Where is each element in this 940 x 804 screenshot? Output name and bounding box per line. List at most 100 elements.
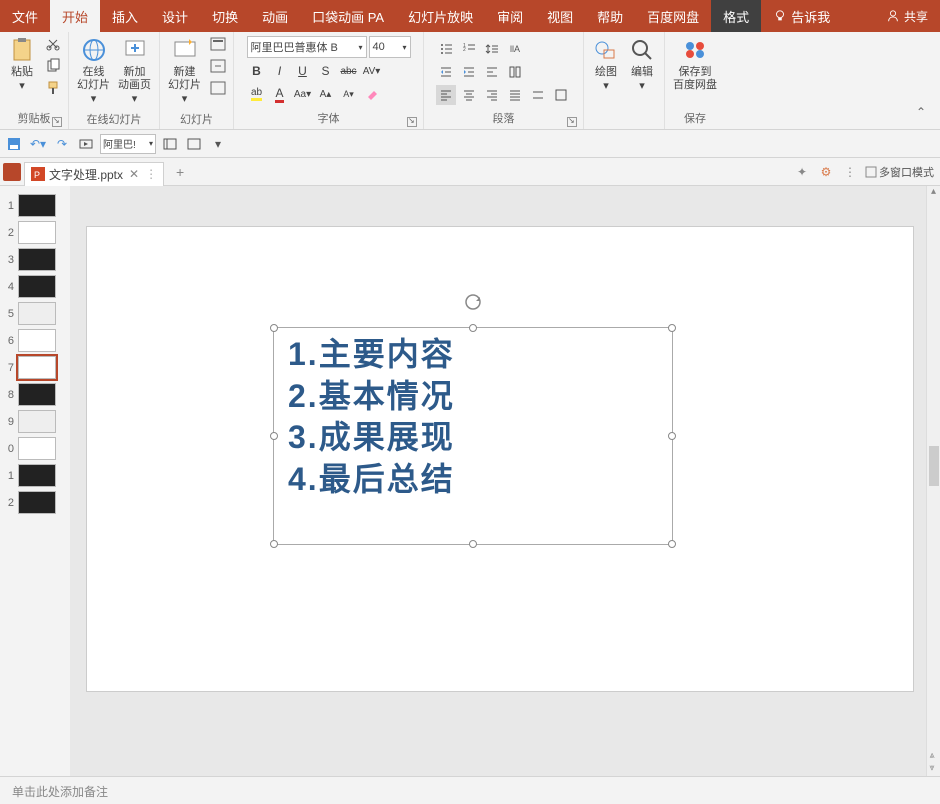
resize-handle-tl[interactable] <box>270 324 278 332</box>
increase-indent-button[interactable] <box>459 62 479 82</box>
textbox-selected[interactable]: 1.主要内容2.基本情况3.成果展现4.最后总结 <box>273 327 673 545</box>
new-slide-button[interactable]: 新建 幻灯片▾ <box>164 34 205 109</box>
align-right-button[interactable] <box>482 85 502 105</box>
settings-button[interactable]: ⚙ <box>817 163 835 181</box>
copy-button[interactable] <box>42 56 64 76</box>
tab-animation[interactable]: 动画 <box>250 0 300 32</box>
new-tab-button[interactable]: + <box>170 162 190 182</box>
resize-handle-r[interactable] <box>668 432 676 440</box>
tab-review[interactable]: 审阅 <box>485 0 535 32</box>
outline-view-button[interactable] <box>184 134 204 154</box>
magic-button[interactable]: ✦ <box>793 163 811 181</box>
bold-button[interactable]: B <box>247 61 267 81</box>
strike-button[interactable]: abc <box>339 61 359 81</box>
tab-pocket[interactable]: 口袋动画 PA <box>300 0 396 32</box>
font-name-combo[interactable]: 阿里巴巴普惠体 B▾ <box>247 36 367 58</box>
undo-button[interactable]: ↶▾ <box>28 134 48 154</box>
columns-button[interactable] <box>505 62 525 82</box>
prev-slide-button[interactable]: ⩓ <box>926 750 938 762</box>
align-dropdown-button[interactable] <box>482 62 502 82</box>
decrease-indent-button[interactable] <box>436 62 456 82</box>
align-left-button[interactable] <box>436 85 456 105</box>
thumbnail-6[interactable]: 6 <box>0 327 70 354</box>
tab-view[interactable]: 视图 <box>535 0 585 32</box>
draw-button[interactable]: 绘图▾ <box>588 34 624 95</box>
thumbnail-4[interactable]: 4 <box>0 273 70 300</box>
resize-handle-br[interactable] <box>668 540 676 548</box>
text-direction-button[interactable]: llA <box>505 39 525 59</box>
align-justify-button[interactable] <box>505 85 525 105</box>
tab-transition[interactable]: 切换 <box>200 0 250 32</box>
layout-button[interactable] <box>207 34 229 54</box>
save-button[interactable] <box>4 134 24 154</box>
notes-pane[interactable]: 单击此处添加备注 <box>0 776 940 804</box>
resize-handle-l[interactable] <box>270 432 278 440</box>
thumbnail-11[interactable]: 1 <box>0 462 70 489</box>
paste-button[interactable]: 粘贴 ▾ <box>4 34 40 95</box>
multiwindow-button[interactable]: 多窗口模式 <box>865 164 934 180</box>
thumbnail-7[interactable]: 7 <box>0 354 70 381</box>
smartart-button[interactable] <box>551 85 571 105</box>
resize-handle-bl[interactable] <box>270 540 278 548</box>
vertical-scrollbar[interactable]: ▴ ⩓ ⩔ <box>926 186 940 776</box>
tab-insert[interactable]: 插入 <box>100 0 150 32</box>
qat-font-combo[interactable]: 阿里巴!▾ <box>100 134 156 154</box>
italic-button[interactable]: I <box>270 61 290 81</box>
collapse-ribbon-button[interactable]: ⌃ <box>916 105 936 125</box>
save-baidu-button[interactable]: 保存到 百度网盘 <box>669 34 721 94</box>
highlight-button[interactable]: ab <box>247 84 267 104</box>
home-tab-button[interactable] <box>3 163 21 181</box>
share-button[interactable]: 共享 <box>874 0 940 32</box>
tab-home[interactable]: 开始 <box>50 0 100 32</box>
thumbnail-2[interactable]: 2 <box>0 219 70 246</box>
thumbnail-1[interactable]: 1 <box>0 192 70 219</box>
tab-baidu[interactable]: 百度网盘 <box>635 0 711 32</box>
tab-file[interactable]: 文件 <box>0 0 50 32</box>
font-color-button[interactable]: A <box>270 84 290 104</box>
resize-handle-t[interactable] <box>469 324 477 332</box>
font-size-combo[interactable]: 40▾ <box>369 36 411 58</box>
change-case-button[interactable]: Aa▾ <box>293 84 313 104</box>
thumbnail-3[interactable]: 3 <box>0 246 70 273</box>
scroll-up-button[interactable]: ▴ <box>927 186 940 200</box>
grow-font-button[interactable]: A▴ <box>316 84 336 104</box>
underline-button[interactable]: U <box>293 61 313 81</box>
tab-help[interactable]: 帮助 <box>585 0 635 32</box>
next-slide-button[interactable]: ⩔ <box>926 762 938 774</box>
numbering-button[interactable]: 12 <box>459 39 479 59</box>
thumbnail-5[interactable]: 5 <box>0 300 70 327</box>
online-slide-button[interactable]: 在线 幻灯片▾ <box>73 34 114 109</box>
format-painter-button[interactable] <box>42 78 64 98</box>
resize-handle-tr[interactable] <box>668 324 676 332</box>
char-spacing-button[interactable]: AV▾ <box>362 61 382 81</box>
slide[interactable]: 1.主要内容2.基本情况3.成果展现4.最后总结 <box>86 226 914 692</box>
thumbnail-8[interactable]: 8 <box>0 381 70 408</box>
cut-button[interactable] <box>42 34 64 54</box>
line-spacing-button[interactable] <box>482 39 502 59</box>
distribute-button[interactable] <box>528 85 548 105</box>
align-center-button[interactable] <box>459 85 479 105</box>
resize-handle-b[interactable] <box>469 540 477 548</box>
normal-view-button[interactable] <box>160 134 180 154</box>
dialog-launcher-clipboard[interactable] <box>52 117 62 127</box>
tab-design[interactable]: 设计 <box>150 0 200 32</box>
bullets-button[interactable] <box>436 39 456 59</box>
edit-button[interactable]: 编辑▾ <box>624 34 660 95</box>
shadow-button[interactable]: S <box>316 61 336 81</box>
close-tab-button[interactable]: ✕ <box>127 167 141 181</box>
scrollbar-thumb[interactable] <box>929 446 939 486</box>
new-anim-page-button[interactable]: 新加 动画页▾ <box>114 34 155 109</box>
thumbnail-12[interactable]: 2 <box>0 489 70 516</box>
clear-format-button[interactable] <box>362 84 382 104</box>
document-tab[interactable]: P 文字处理.pptx ✕ ⋮ <box>24 162 164 186</box>
thumbnail-9[interactable]: 9 <box>0 408 70 435</box>
dialog-launcher-paragraph[interactable] <box>567 117 577 127</box>
reset-button[interactable] <box>207 56 229 76</box>
from-beginning-button[interactable] <box>76 134 96 154</box>
tab-slideshow[interactable]: 幻灯片放映 <box>396 0 485 32</box>
dialog-launcher-font[interactable] <box>407 117 417 127</box>
shrink-font-button[interactable]: A▾ <box>339 84 359 104</box>
rotate-handle[interactable] <box>463 292 483 312</box>
tab-format[interactable]: 格式 <box>711 0 761 32</box>
redo-button[interactable]: ↷ <box>52 134 72 154</box>
